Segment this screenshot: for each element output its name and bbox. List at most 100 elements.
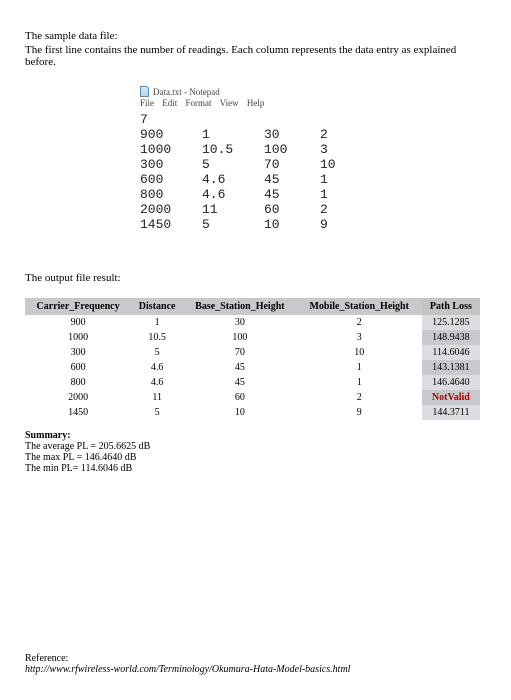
table-row: 14505109144.3711 <box>25 405 480 420</box>
table-row: 30057010114.6046 <box>25 345 480 360</box>
cell: 2 <box>297 315 422 330</box>
cell: 10 <box>183 405 297 420</box>
notepad-window: Data.txt - Notepad File Edit Format View… <box>140 86 400 232</box>
cell: 5 <box>202 157 264 172</box>
cell: 800 <box>25 375 131 390</box>
path-loss-cell: 146.4640 <box>422 375 480 390</box>
cell: 70 <box>264 157 320 172</box>
cell: 1 <box>297 360 422 375</box>
cell: 600 <box>25 360 131 375</box>
menu-file[interactable]: File <box>140 98 154 108</box>
notepad-menubar: File Edit Format View Help <box>140 98 400 108</box>
cell: 300 <box>25 345 131 360</box>
cell: 30 <box>183 315 297 330</box>
data-row: 1450 5 10 9 <box>140 217 400 232</box>
data-row: 800 4.6 45 1 <box>140 187 400 202</box>
cell: 4.6 <box>131 375 183 390</box>
cell: 1 <box>297 375 422 390</box>
summary-heading: Summary: <box>25 430 486 441</box>
cell: 900 <box>140 127 202 142</box>
cell: 10 <box>320 157 348 172</box>
cell: 4.6 <box>202 187 264 202</box>
data-row: 1000 10.5 100 3 <box>140 142 400 157</box>
table-row: 200011602NotValid <box>25 390 480 405</box>
cell: 2 <box>297 390 422 405</box>
summary-block: Summary: The average PL = 205.6625 dB Th… <box>25 430 486 474</box>
reference-heading: Reference: <box>25 653 350 664</box>
notepad-content: 7 900 1 30 2 1000 10.5 100 3 300 5 70 10… <box>140 112 400 232</box>
reference-url: http://www.rfwireless-world.com/Terminol… <box>25 664 350 675</box>
table-row: 8004.6451146.4640 <box>25 375 480 390</box>
data-row: 2000 11 60 2 <box>140 202 400 217</box>
cell: 10 <box>264 217 320 232</box>
cell: 10 <box>297 345 422 360</box>
path-loss-cell: 148.9438 <box>422 330 480 345</box>
col-distance: Distance <box>131 298 183 315</box>
path-loss-cell: 143.1381 <box>422 360 480 375</box>
cell: 45 <box>264 187 320 202</box>
col-carrier-frequency: Carrier_Frequency <box>25 298 131 315</box>
cell: 10.5 <box>131 330 183 345</box>
menu-help[interactable]: Help <box>247 98 265 108</box>
cell: 11 <box>202 202 264 217</box>
cell: 1 <box>131 315 183 330</box>
cell: 1000 <box>25 330 131 345</box>
cell: 70 <box>183 345 297 360</box>
cell: 60 <box>264 202 320 217</box>
data-row: 900 1 30 2 <box>140 127 400 142</box>
summary-average: The average PL = 205.6625 dB <box>25 441 486 452</box>
menu-edit[interactable]: Edit <box>162 98 177 108</box>
cell: 4.6 <box>202 172 264 187</box>
path-loss-cell: 144.3711 <box>422 405 480 420</box>
cell: 2 <box>320 127 348 142</box>
cell: 1 <box>320 172 348 187</box>
cell: 600 <box>140 172 202 187</box>
reading-count: 7 <box>140 112 148 127</box>
path-loss-cell: NotValid <box>422 390 480 405</box>
cell: 2000 <box>25 390 131 405</box>
data-row: 600 4.6 45 1 <box>140 172 400 187</box>
menu-format[interactable]: Format <box>186 98 212 108</box>
cell: 900 <box>25 315 131 330</box>
cell: 5 <box>131 405 183 420</box>
cell: 5 <box>202 217 264 232</box>
table-row: 6004.6451143.1381 <box>25 360 480 375</box>
cell: 3 <box>297 330 422 345</box>
data-row: 300 5 70 10 <box>140 157 400 172</box>
cell: 45 <box>183 375 297 390</box>
table-row: 9001302125.1285 <box>25 315 480 330</box>
notepad-icon <box>140 86 149 97</box>
col-base-station-height: Base_Station_Height <box>183 298 297 315</box>
notepad-title-text: Data.txt - Notepad <box>153 87 220 97</box>
cell: 2 <box>320 202 348 217</box>
cell: 1 <box>202 127 264 142</box>
cell: 1000 <box>140 142 202 157</box>
cell: 60 <box>183 390 297 405</box>
result-table: Carrier_Frequency Distance Base_Station_… <box>25 298 480 420</box>
cell: 1450 <box>25 405 131 420</box>
path-loss-cell: 114.6046 <box>422 345 480 360</box>
summary-max: The max PL = 146.4640 dB <box>25 452 486 463</box>
cell: 9 <box>320 217 348 232</box>
intro-line-1: The sample data file: <box>25 30 486 42</box>
cell: 30 <box>264 127 320 142</box>
cell: 300 <box>140 157 202 172</box>
cell: 1 <box>320 187 348 202</box>
intro-line-2: The first line contains the number of re… <box>25 44 486 68</box>
cell: 9 <box>297 405 422 420</box>
cell: 11 <box>131 390 183 405</box>
col-path-loss: Path Loss <box>422 298 480 315</box>
output-heading: The output file result: <box>25 272 486 284</box>
cell: 45 <box>264 172 320 187</box>
cell: 3 <box>320 142 348 157</box>
cell: 2000 <box>140 202 202 217</box>
cell: 100 <box>183 330 297 345</box>
reference-block: Reference: http://www.rfwireless-world.c… <box>25 653 350 675</box>
cell: 100 <box>264 142 320 157</box>
menu-view[interactable]: View <box>220 98 239 108</box>
summary-min: The min PL= 114.6046 dB <box>25 463 486 474</box>
cell: 1450 <box>140 217 202 232</box>
path-loss-cell: 125.1285 <box>422 315 480 330</box>
col-mobile-station-height: Mobile_Station_Height <box>297 298 422 315</box>
cell: 800 <box>140 187 202 202</box>
